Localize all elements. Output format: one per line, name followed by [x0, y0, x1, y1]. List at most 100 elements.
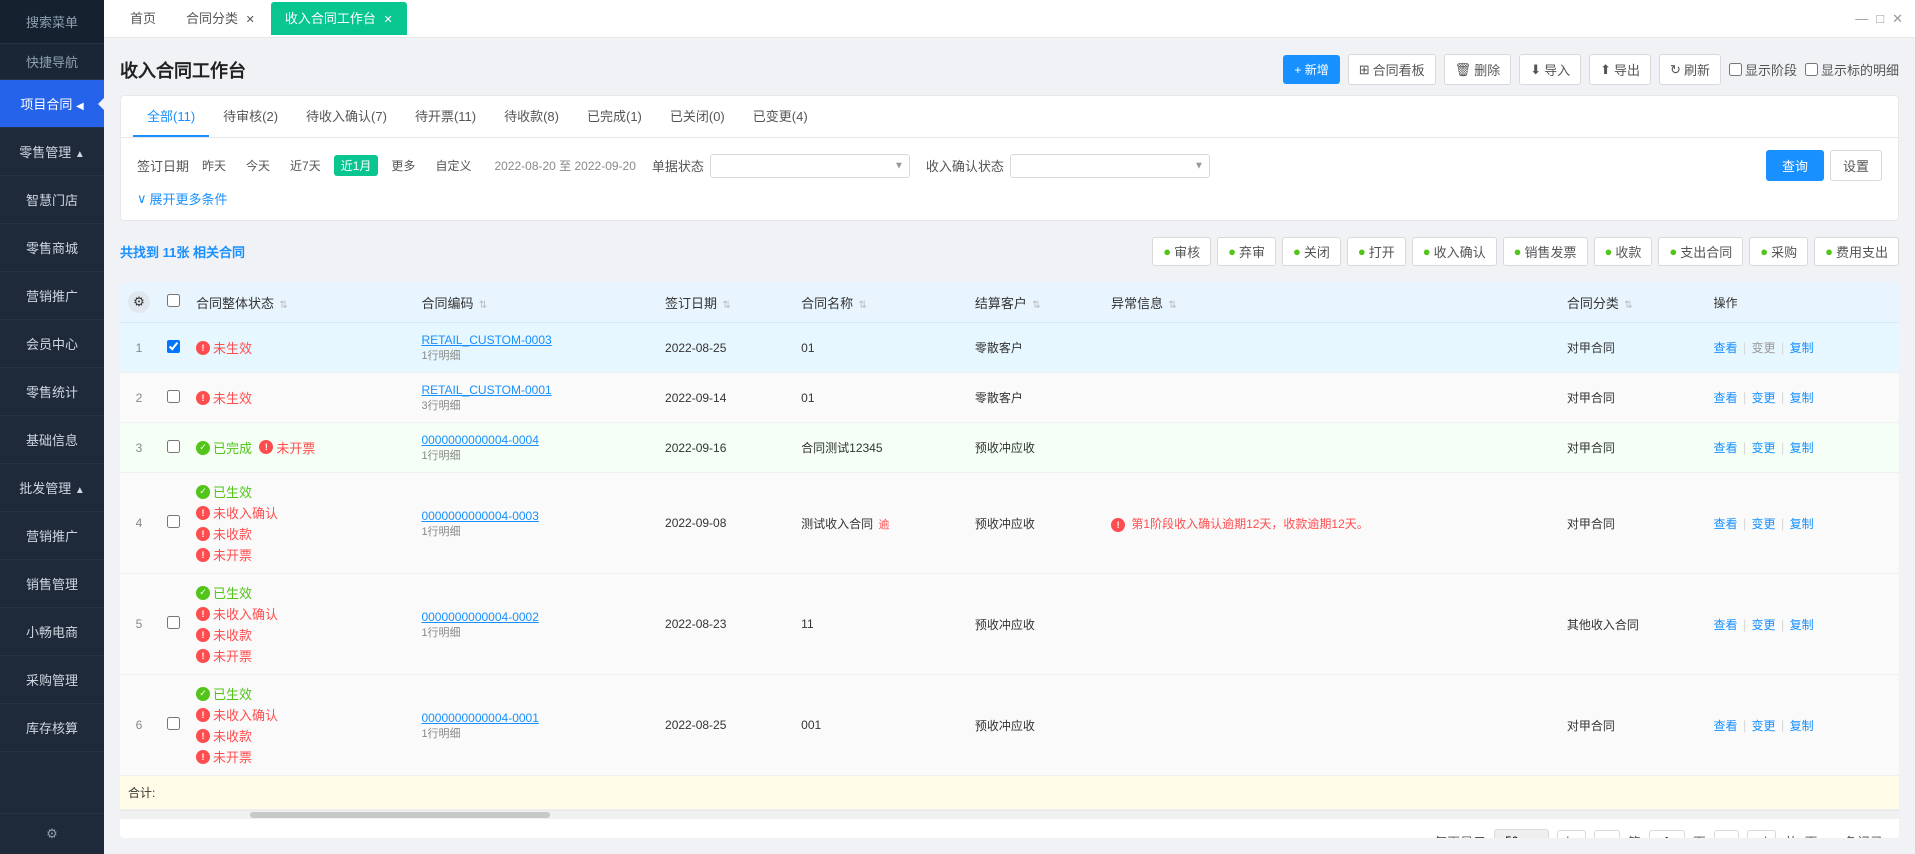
horizontal-scrollbar[interactable] [120, 810, 1899, 818]
action-close-btn[interactable]: ● 关闭 [1282, 237, 1341, 266]
contract-code-link-3[interactable]: 0000000000004-0004 [421, 433, 538, 447]
show-stages-checkbox-label[interactable]: 显示阶段 [1729, 60, 1797, 79]
row-checkbox-3[interactable] [158, 423, 188, 473]
sort-settlement-customer-icon[interactable]: ⇅ [1032, 300, 1040, 311]
date-btn-custom[interactable]: 自定义 [428, 155, 478, 176]
view-btn-5[interactable]: 查看 [1713, 618, 1737, 632]
action-expense-out-btn[interactable]: ● 支出合同 [1658, 237, 1743, 266]
sort-sign-date-icon[interactable]: ⇅ [722, 300, 730, 311]
sidebar-item-marketing[interactable]: 营销推广 [0, 272, 104, 320]
sidebar-quick-nav[interactable]: 快捷导航 [0, 44, 104, 80]
sort-contract-code-icon[interactable]: ⇅ [479, 300, 487, 311]
query-btn[interactable]: 查询 [1766, 150, 1824, 181]
delete-btn[interactable]: 🗑 删除 [1444, 54, 1512, 85]
sort-contract-category-icon[interactable]: ⇅ [1624, 300, 1632, 311]
date-btn-today[interactable]: 今天 [239, 155, 277, 176]
table-settings-icon[interactable]: ⚙ [128, 291, 150, 313]
kanban-btn[interactable]: ⊞ 合同看板 [1348, 54, 1436, 85]
sidebar-settings[interactable]: ⚙ [0, 813, 104, 854]
sidebar-item-project-contract[interactable]: 项目合同 ◀ [0, 80, 104, 128]
contract-code-link-1[interactable]: RETAIL_CUSTOM-0003 [421, 333, 551, 347]
filter-tab-pending-invoice[interactable]: 待开票(11) [401, 96, 490, 137]
sidebar-item-inventory[interactable]: 库存核算 [0, 704, 104, 752]
view-btn-6[interactable]: 查看 [1713, 719, 1737, 733]
income-confirm-select[interactable] [1010, 154, 1210, 178]
copy-btn-5[interactable]: 复制 [1790, 618, 1814, 632]
view-btn-2[interactable]: 查看 [1713, 391, 1737, 405]
change-btn-2[interactable]: 变更 [1752, 391, 1776, 405]
filter-tab-pending-income-confirm[interactable]: 待收入确认(7) [292, 96, 401, 137]
row-checkbox-4[interactable] [158, 473, 188, 574]
view-btn-4[interactable]: 查看 [1713, 517, 1737, 531]
sidebar-item-wholesale-mgmt[interactable]: 批发管理 ▲ [0, 464, 104, 512]
sort-abnormal-info-icon[interactable]: ⇅ [1168, 300, 1176, 311]
sidebar-item-basic-info[interactable]: 基础信息 [0, 416, 104, 464]
copy-btn-3[interactable]: 复制 [1790, 441, 1814, 455]
filter-tab-pending-collection[interactable]: 待收款(8) [490, 96, 573, 137]
row-checkbox-2[interactable] [158, 373, 188, 423]
date-btn-7days[interactable]: 近7天 [283, 155, 328, 176]
action-income-confirm-btn[interactable]: ● 收入确认 [1412, 237, 1497, 266]
tab-home[interactable]: 首页 [116, 0, 170, 37]
copy-btn-6[interactable]: 复制 [1790, 719, 1814, 733]
date-btn-yesterday[interactable]: 昨天 [195, 155, 233, 176]
change-btn-5[interactable]: 变更 [1752, 618, 1776, 632]
contract-code-link-5[interactable]: 0000000000004-0002 [421, 610, 538, 624]
action-sales-invoice-btn[interactable]: ● 销售发票 [1503, 237, 1588, 266]
sidebar-item-retail-mall[interactable]: 零售商城 [0, 224, 104, 272]
filter-tab-completed[interactable]: 已完成(1) [573, 96, 656, 137]
tab-close-income-workbench[interactable]: ✕ [384, 14, 393, 26]
action-abandon-btn[interactable]: ● 弃审 [1217, 237, 1276, 266]
change-btn-1[interactable]: 变更 [1752, 341, 1776, 355]
show-details-checkbox-label[interactable]: 显示标的明细 [1805, 60, 1899, 79]
export-btn[interactable]: ⬆ 导出 [1589, 54, 1651, 85]
change-btn-6[interactable]: 变更 [1752, 719, 1776, 733]
tab-contract-category[interactable]: 合同分类 ✕ [172, 0, 269, 37]
page-input[interactable] [1649, 830, 1685, 839]
row-checkbox-1[interactable] [158, 323, 188, 373]
filter-tab-changed[interactable]: 已变更(4) [739, 96, 822, 137]
sidebar-item-purchase-mgmt[interactable]: 采购管理 [0, 656, 104, 704]
date-btn-1month[interactable]: 近1月 [334, 155, 379, 176]
change-btn-4[interactable]: 变更 [1752, 517, 1776, 531]
sidebar-item-smart-store[interactable]: 智慧门店 [0, 176, 104, 224]
set-btn[interactable]: 设置 [1830, 150, 1882, 181]
doc-status-select[interactable] [710, 154, 910, 178]
page-size-select[interactable]: 50 10 20 100 [1494, 829, 1549, 838]
sidebar-item-sales-mgmt[interactable]: 销售管理 [0, 560, 104, 608]
action-cost-out-btn[interactable]: ● 费用支出 [1814, 237, 1899, 266]
sidebar-search[interactable]: 搜索菜单 [0, 0, 104, 44]
contract-code-link-4[interactable]: 0000000000004-0003 [421, 509, 538, 523]
view-btn-1[interactable]: 查看 [1713, 341, 1737, 355]
view-btn-3[interactable]: 查看 [1713, 441, 1737, 455]
sidebar-item-retail-mgmt[interactable]: 零售管理 ▲ [0, 128, 104, 176]
sidebar-item-marketing2[interactable]: 营销推广 [0, 512, 104, 560]
page-first-btn[interactable]: |< [1557, 830, 1586, 839]
maximize-btn[interactable]: □ [1876, 11, 1884, 26]
sidebar-item-retail-stats[interactable]: 零售统计 [0, 368, 104, 416]
action-review-btn[interactable]: ● 审核 [1152, 237, 1211, 266]
copy-btn-2[interactable]: 复制 [1790, 391, 1814, 405]
contract-code-link-2[interactable]: RETAIL_CUSTOM-0001 [421, 383, 551, 397]
page-next-btn[interactable]: > [1714, 830, 1740, 839]
page-prev-btn[interactable]: < [1594, 830, 1620, 839]
filter-tab-closed[interactable]: 已关闭(0) [656, 96, 739, 137]
tab-close-contract-category[interactable]: ✕ [246, 14, 255, 26]
import-btn[interactable]: ⬇ 导入 [1519, 54, 1581, 85]
scrollbar-thumb[interactable] [250, 812, 550, 818]
minimize-btn[interactable]: — [1855, 11, 1868, 26]
copy-btn-4[interactable]: 复制 [1790, 517, 1814, 531]
show-stages-checkbox[interactable] [1729, 63, 1742, 76]
show-details-checkbox[interactable] [1805, 63, 1818, 76]
select-all-checkbox[interactable] [167, 294, 180, 307]
action-open-btn[interactable]: ● 打开 [1347, 237, 1406, 266]
filter-tab-all[interactable]: 全部(11) [133, 96, 209, 137]
date-btn-more[interactable]: 更多 [384, 155, 422, 176]
page-last-btn[interactable]: >| [1747, 830, 1776, 839]
close-btn[interactable]: ✕ [1892, 11, 1903, 27]
filter-tab-pending-review[interactable]: 待审核(2) [209, 96, 292, 137]
sort-overall-status-icon[interactable]: ⇅ [279, 300, 287, 311]
copy-btn-1[interactable]: 复制 [1790, 341, 1814, 355]
refresh-btn[interactable]: ↻ 刷新 [1659, 54, 1721, 85]
contract-code-link-6[interactable]: 0000000000004-0001 [421, 711, 538, 725]
